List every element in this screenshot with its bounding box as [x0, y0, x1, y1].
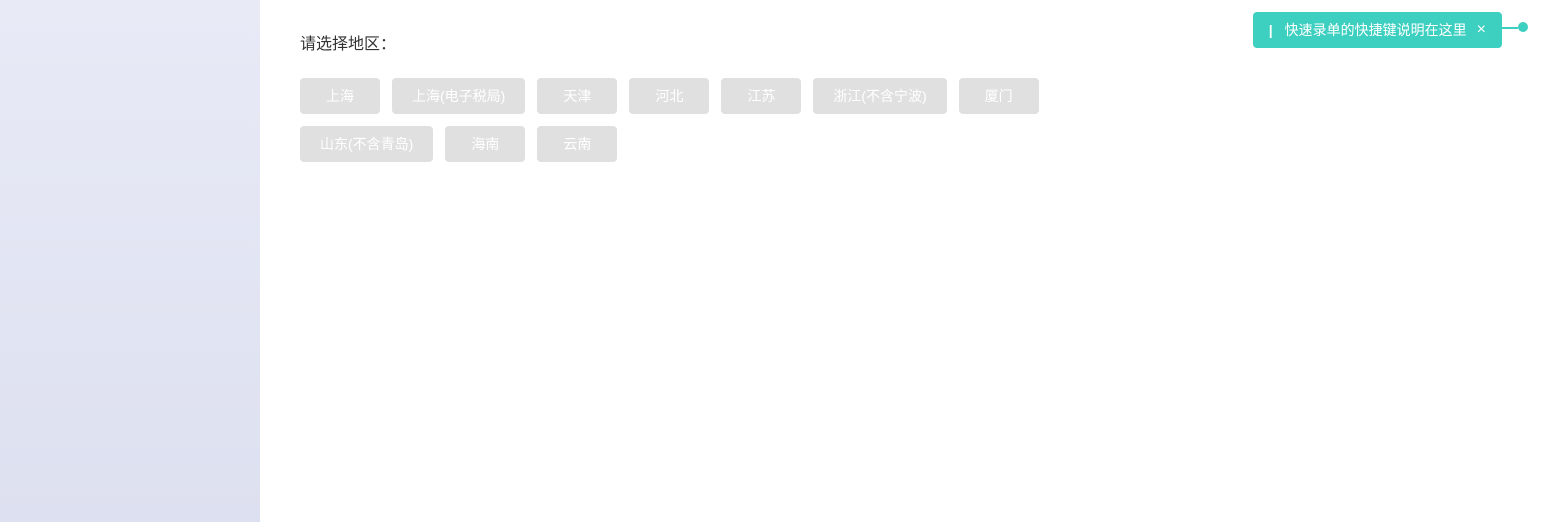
region-btn-tianjin[interactable]: 天津	[537, 78, 617, 114]
tooltip-connector-line	[1498, 27, 1518, 29]
region-btn-hainan[interactable]: 海南	[445, 126, 525, 162]
left-sidebar	[0, 0, 260, 522]
main-content: 请选择地区： 上海 上海(电子税局) 天津 河北 江苏 浙江(不含宁波) 厦门 …	[260, 0, 1562, 522]
tooltip-close-button[interactable]: ×	[1477, 22, 1486, 38]
region-btn-shanghai[interactable]: 上海	[300, 78, 380, 114]
region-btn-xiamen[interactable]: 厦门	[959, 78, 1039, 114]
region-btn-shanghai-etax[interactable]: 上海(电子税局)	[392, 78, 525, 114]
region-btn-hebei[interactable]: 河北	[629, 78, 709, 114]
tooltip-connector-dot	[1518, 22, 1528, 32]
region-btn-jiangsu[interactable]: 江苏	[721, 78, 801, 114]
region-buttons-row2: 山东(不含青岛) 海南 云南	[300, 126, 1522, 162]
tooltip-text: 快速录单的快捷键说明在这里	[1285, 20, 1467, 40]
region-btn-zhejiang[interactable]: 浙江(不含宁波)	[813, 78, 946, 114]
region-btn-shandong[interactable]: 山东(不含青岛)	[300, 126, 433, 162]
region-buttons-row1: 上海 上海(电子税局) 天津 河北 江苏 浙江(不含宁波) 厦门	[300, 78, 1522, 114]
region-btn-yunnan[interactable]: 云南	[537, 126, 617, 162]
tooltip-bar: 快速录单的快捷键说明在这里 ×	[1253, 12, 1502, 48]
